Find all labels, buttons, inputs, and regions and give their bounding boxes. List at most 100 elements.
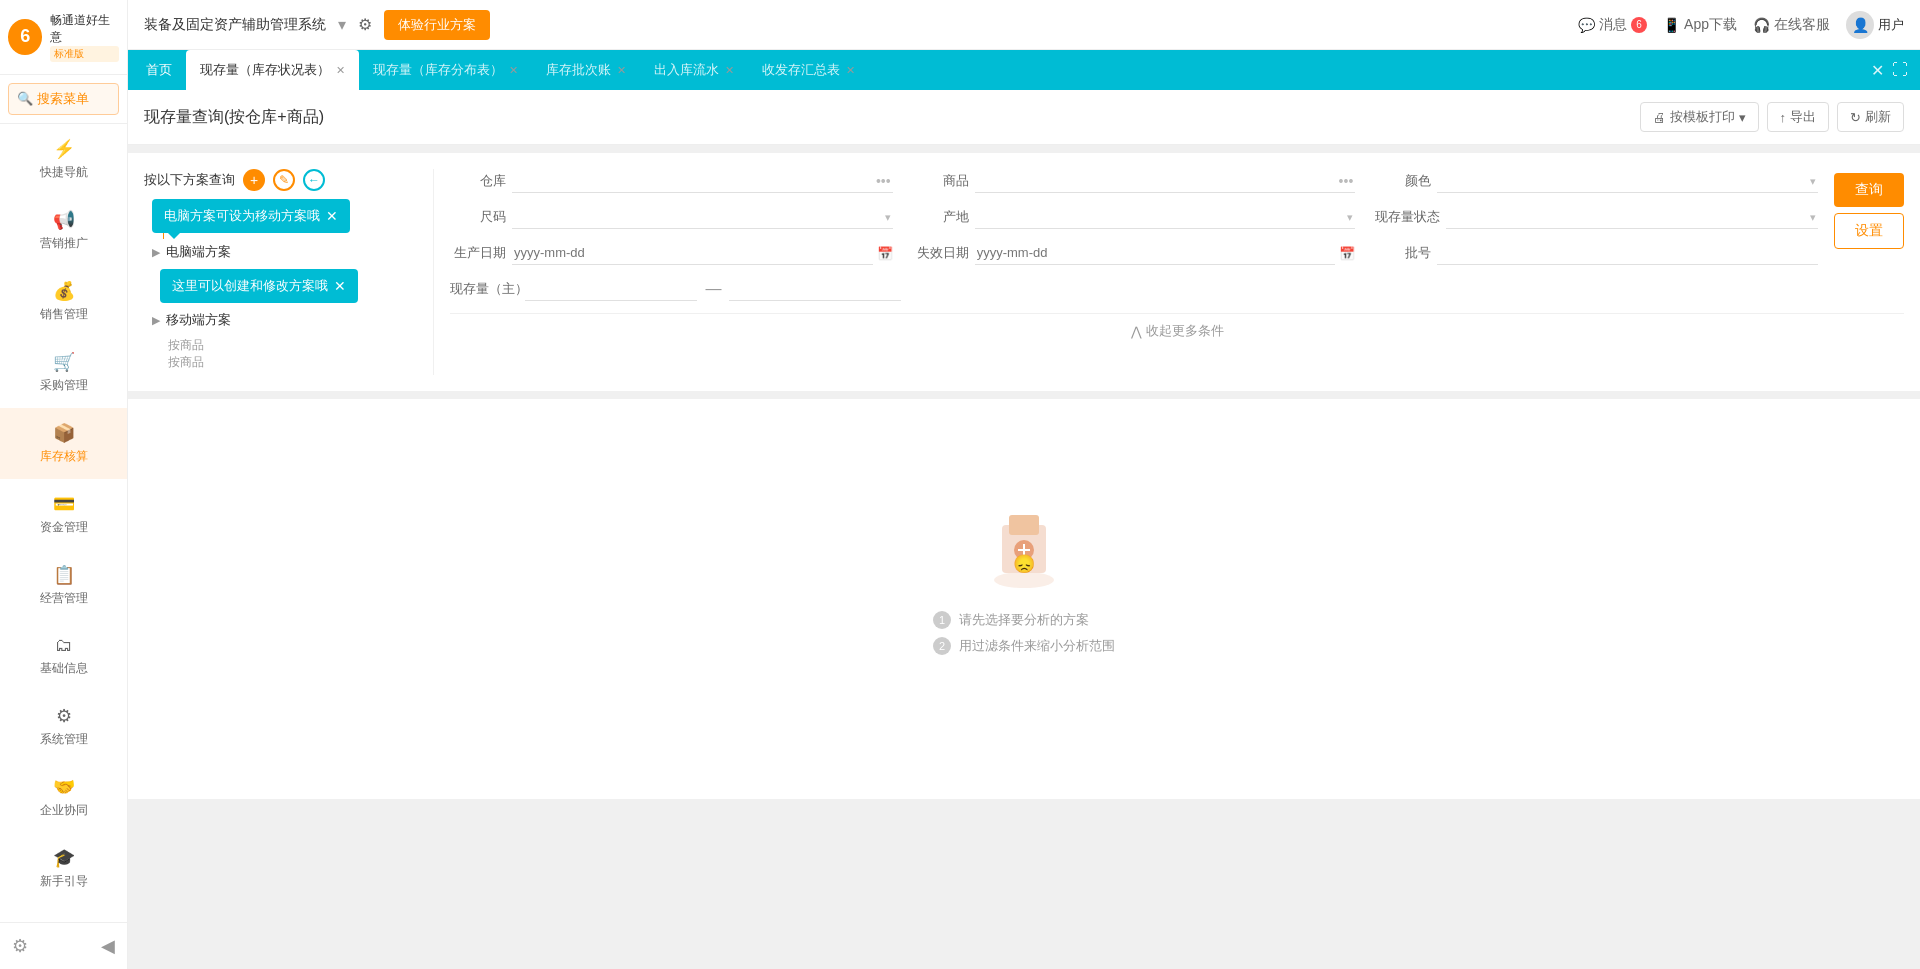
sidebar: 6 畅通道好生意 标准版 🔍 搜索菜单 ⚡ 快捷导航 📢 营销推广 💰 销售管理… <box>0 0 128 969</box>
tab-inout-flow[interactable]: 出入库流水 ✕ <box>640 50 748 90</box>
sidebar-item-marketing[interactable]: 📢 营销推广 <box>0 195 127 266</box>
sidebar-item-inventory[interactable]: 📦 库存核算 <box>0 408 127 479</box>
tab-home[interactable]: 首页 <box>132 50 186 90</box>
print-btn[interactable]: 🖨 按模板打印 ▾ <box>1640 102 1759 132</box>
size-dropdown-icon[interactable]: ▾ <box>885 211 891 224</box>
page-actions: 🖨 按模板打印 ▾ ↑ 导出 ↻ 刷新 <box>1640 102 1905 132</box>
empty-step-2: 2 用过滤条件来缩小分析范围 <box>933 637 1115 655</box>
warehouse-dots-icon[interactable]: ••• <box>876 173 891 189</box>
sidebar-item-sales[interactable]: 💰 销售管理 <box>0 266 127 337</box>
filter-top-row: 按以下方案查询 + ✎ ← 电脑方案可设为移动方案哦 ✕ ▶ <box>144 169 1904 375</box>
tab-stock-status[interactable]: 现存量（库存状况表） ✕ <box>186 50 359 90</box>
query-btn[interactable]: 查询 <box>1834 173 1904 207</box>
filter-size: 尺码 ▾ <box>450 205 893 229</box>
sidebar-item-cooperation[interactable]: 🤝 企业协同 <box>0 762 127 833</box>
sidebar-item-system[interactable]: ⚙ 系统管理 <box>0 691 127 762</box>
system-dropdown-icon[interactable]: ▾ <box>338 15 346 34</box>
finance-icon: 💳 <box>53 493 75 515</box>
sidebar-item-quick-nav[interactable]: ⚡ 快捷导航 <box>0 124 127 195</box>
stock-main-label: 现存量（主） <box>450 280 519 298</box>
filter-color: 颜色 ▾ <box>1375 169 1818 193</box>
export-btn[interactable]: ↑ 导出 <box>1767 102 1830 132</box>
pc-scheme-arrow: ▶ <box>152 246 160 259</box>
mobile-scheme-item[interactable]: ▶ 移动端方案 <box>144 307 421 333</box>
industry-btn[interactable]: 体验行业方案 <box>384 10 490 40</box>
tooltip2-close-btn[interactable]: ✕ <box>334 278 346 294</box>
produce-date-label: 生产日期 <box>450 244 506 262</box>
expand-tabs-icon[interactable]: ⛶ <box>1892 61 1908 79</box>
expire-date-calendar-icon[interactable]: 📅 <box>1339 246 1355 261</box>
stock-main-from[interactable] <box>525 277 697 301</box>
batch-input[interactable] <box>1437 241 1818 265</box>
color-dropdown-icon[interactable]: ▾ <box>1810 175 1816 188</box>
color-input[interactable] <box>1437 169 1818 193</box>
settings-footer-icon[interactable]: ⚙ <box>12 935 28 957</box>
operation-icon: 📋 <box>53 564 75 586</box>
tab-summary[interactable]: 收发存汇总表 ✕ <box>748 50 869 90</box>
search-menu-button[interactable]: 🔍 搜索菜单 <box>8 83 119 115</box>
tabs-bar: 首页 现存量（库存状况表） ✕ 现存量（库存分布表） ✕ 库存批次账 ✕ 出入库… <box>128 50 1920 90</box>
origin-input[interactable] <box>975 205 1356 229</box>
app-download-btn[interactable]: 📱 App下载 <box>1663 16 1737 34</box>
table-area: 😞 1 请先选择要分析的方案 2 用过滤条件来缩小分析范围 <box>128 399 1920 799</box>
query-buttons: 查询 设置 <box>1834 169 1904 249</box>
sidebar-item-basic-info[interactable]: 🗂 基础信息 <box>0 621 127 691</box>
produce-date-calendar-icon[interactable]: 📅 <box>877 246 893 261</box>
produce-date-start[interactable] <box>512 241 873 265</box>
size-input[interactable] <box>512 205 893 229</box>
origin-dropdown-icon[interactable]: ▾ <box>1347 211 1353 224</box>
expire-date-start[interactable] <box>975 241 1336 265</box>
tab-close-summary[interactable]: ✕ <box>846 64 855 77</box>
edit-scheme-btn[interactable]: ✎ <box>273 169 295 191</box>
expire-date-wrap: 📅 <box>975 241 1356 265</box>
stock-main-to[interactable] <box>729 277 901 301</box>
user-btn[interactable]: 👤 用户 <box>1846 11 1904 39</box>
goods-input[interactable] <box>975 169 1356 193</box>
tab-stock-dist[interactable]: 现存量（库存分布表） ✕ <box>359 50 532 90</box>
cooperation-icon: 🤝 <box>53 776 75 798</box>
collapse-sidebar-icon[interactable]: ◀ <box>101 935 115 957</box>
sidebar-item-finance[interactable]: 💳 资金管理 <box>0 479 127 550</box>
search-icon: 🔍 <box>17 91 33 106</box>
sidebar-footer: ⚙ ◀ <box>0 922 127 969</box>
system-name: 装备及固定资产辅助管理系统 <box>144 16 326 34</box>
close-all-tabs-icon[interactable]: ✕ <box>1871 61 1884 80</box>
tab-close-inout[interactable]: ✕ <box>725 64 734 77</box>
message-btn[interactable]: 💬 消息 6 <box>1578 16 1647 34</box>
tab-close-stock-status[interactable]: ✕ <box>336 64 345 77</box>
tab-close-stock-dist[interactable]: ✕ <box>509 64 518 77</box>
sidebar-item-operation[interactable]: 📋 经营管理 <box>0 550 127 621</box>
basic-info-icon: 🗂 <box>55 635 73 656</box>
sidebar-item-guide[interactable]: 🎓 新手引导 <box>0 833 127 904</box>
warehouse-input[interactable] <box>512 169 893 193</box>
refresh-btn[interactable]: ↻ 刷新 <box>1837 102 1904 132</box>
add-scheme-btn[interactable]: + <box>243 169 265 191</box>
tab-close-batch[interactable]: ✕ <box>617 64 626 77</box>
purchase-icon: 🛒 <box>53 351 75 373</box>
filter-warehouse: 仓库 ••• <box>450 169 893 193</box>
reset-btn[interactable]: 设置 <box>1834 213 1904 249</box>
header-right: 💬 消息 6 📱 App下载 🎧 在线客服 👤 用户 <box>1578 11 1904 39</box>
goods-dots-icon[interactable]: ••• <box>1339 173 1354 189</box>
brand-name: 畅通道好生意 <box>50 12 119 46</box>
goods-label: 商品 <box>913 172 969 190</box>
empty-illustration: 😞 <box>974 495 1074 595</box>
empty-steps: 1 请先选择要分析的方案 2 用过滤条件来缩小分析范围 <box>933 611 1115 655</box>
stock-status-dropdown-icon[interactable]: ▾ <box>1810 211 1816 224</box>
sidebar-logo: 6 畅通道好生意 标准版 <box>0 0 127 75</box>
online-service-btn[interactable]: 🎧 在线客服 <box>1753 16 1830 34</box>
avatar: 👤 <box>1846 11 1874 39</box>
filter-row-4: 现存量（主） — <box>450 277 1818 301</box>
stock-status-input[interactable] <box>1446 205 1818 229</box>
settings-icon[interactable]: ⚙ <box>358 15 372 34</box>
sidebar-item-purchase[interactable]: 🛒 采购管理 <box>0 337 127 408</box>
tooltip1-close-btn[interactable]: ✕ <box>326 208 338 224</box>
pc-scheme-item[interactable]: ▶ 电脑端方案 <box>144 239 421 265</box>
back-btn[interactable]: ← <box>303 169 325 191</box>
tooltip-text-1: 电脑方案可设为移动方案哦 <box>164 207 320 225</box>
collapse-more-btn[interactable]: ⋀ 收起更多条件 <box>1131 322 1224 340</box>
pc-scheme-label: 电脑端方案 <box>166 243 231 261</box>
header: 装备及固定资产辅助管理系统 ▾ ⚙ 体验行业方案 💬 消息 6 📱 App下载 … <box>128 0 1920 50</box>
tooltip1-arrow <box>168 233 180 239</box>
tab-batch-account[interactable]: 库存批次账 ✕ <box>532 50 640 90</box>
